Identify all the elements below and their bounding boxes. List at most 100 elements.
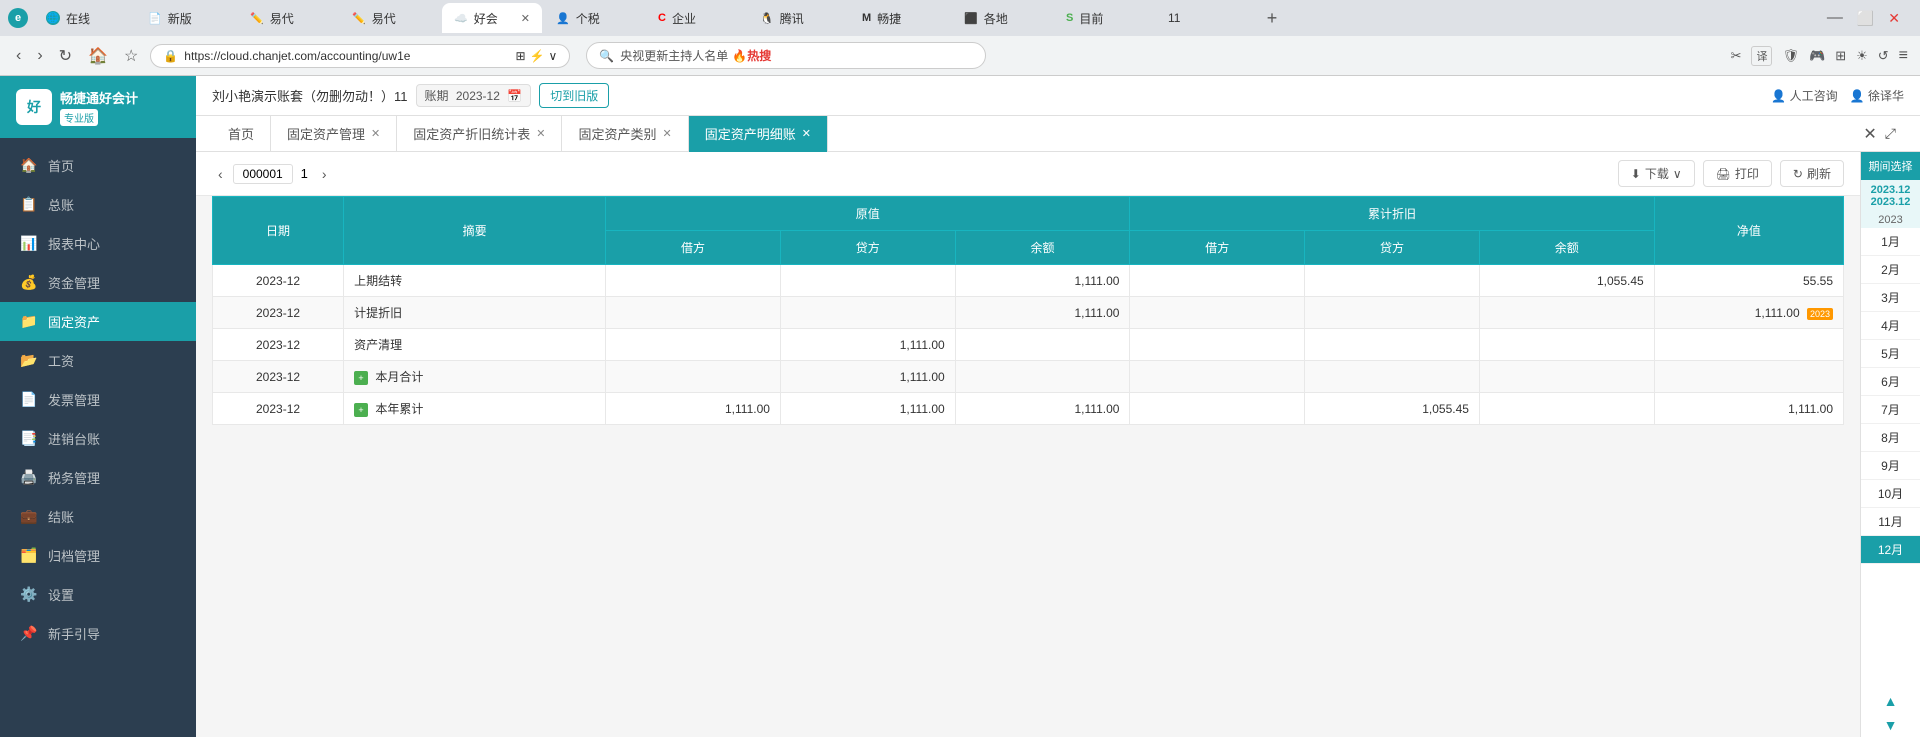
browser-tab-yidai2[interactable]: ✏️ 易代 [340,3,440,33]
browser-tab-tencent[interactable]: 🐧 腾讯 [748,3,848,33]
lightning-icon: ⚡ [530,49,545,63]
cell-accum-balance [1479,393,1654,425]
sidebar-item-closing[interactable]: 💼 结账 [0,497,196,536]
browser-logo: e [8,8,28,28]
browser-tab-online[interactable]: 🌐 在线 [34,3,134,33]
refresh-data-button[interactable]: ↻ 刷新 [1780,160,1844,187]
page-tab-depreciation-stats[interactable]: 固定资产折旧统计表 ✕ [397,116,562,152]
tab-close-icon[interactable]: ✕ [521,12,530,25]
logo-icon: 好 [16,89,52,125]
switch-to-old-button[interactable]: 切到旧版 [539,83,609,108]
browser-tab-geshui[interactable]: 👤 个税 [544,3,644,33]
settings-icon[interactable]: ≡ [1899,47,1908,65]
toolbar-actions: ⬇ 下载 ∨ 🖨 打印 ↻ 刷新 [1618,160,1844,187]
sidebar-item-tax[interactable]: 🖨️ 税务管理 [0,458,196,497]
window-close-button[interactable]: ✕ [1884,6,1904,31]
window-minimize-button[interactable]: — [1823,5,1847,31]
period-month-9[interactable]: 9月 [1861,452,1920,480]
history-icon[interactable]: ↺ [1878,48,1889,64]
sidebar-menu: 🏠 首页 📋 总账 📊 报表中心 💰 资金管理 📁 固定资产 📂 工资 [0,138,196,737]
browser-tab-qiye[interactable]: C 企业 [646,3,746,33]
sidebar-item-guide[interactable]: 📌 新手引导 [0,614,196,653]
dropdown-icon[interactable]: ∨ [549,49,558,63]
tab-close-icon[interactable]: ✕ [536,127,545,140]
browser-tab-gedi[interactable]: ⬛ 各地 [952,3,1052,33]
bookmark-button[interactable]: ☆ [120,42,142,70]
cut-icon[interactable]: ✂ [1731,48,1742,64]
page-tab-fixed-assets-mgmt[interactable]: 固定资产管理 ✕ [271,116,397,152]
sidebar-item-settings[interactable]: ⚙️ 设置 [0,575,196,614]
translate-icon[interactable]: 译 [1751,46,1772,66]
prev-page-button[interactable]: ‹ [212,164,229,184]
period-month-12[interactable]: 12月 [1861,536,1920,564]
page-code-input[interactable] [233,164,293,184]
browser-tab-muqian[interactable]: S 目前 [1054,3,1154,33]
cell-accum-balance [1479,297,1654,329]
browser-tab-11[interactable]: 11 [1156,3,1256,33]
page-tab-asset-ledger[interactable]: 固定资产明细账 ✕ [689,116,828,152]
cell-orig-credit [780,297,955,329]
period-month-4[interactable]: 4月 [1861,312,1920,340]
sidebar-item-reports[interactable]: 📊 报表中心 [0,224,196,263]
scroll-down-button[interactable]: ▼ [1861,713,1920,737]
download-button[interactable]: ⬇ 下载 ∨ [1618,160,1695,187]
company-info: 刘小艳演示账套（勿删勿动！）11 账期 2023-12 📅 切到旧版 [212,83,609,108]
sidebar-item-ledger[interactable]: 📋 总账 [0,185,196,224]
col-subheader-orig-debit: 借方 [606,231,781,265]
search-input[interactable]: 🔍 央视更新主持人名单 🔥热搜 [586,42,986,69]
sidebar-item-payroll[interactable]: 📂 工资 [0,341,196,380]
page-tab-asset-category[interactable]: 固定资产类别 ✕ [562,116,688,152]
window-maximize-button[interactable]: ⬜ [1853,6,1878,31]
search-icon: 🔍 [599,49,614,63]
panel-close-button[interactable]: ✕ [1863,124,1876,144]
forward-button[interactable]: › [33,43,46,69]
period-month-11[interactable]: 11月 [1861,508,1920,536]
cell-summary: 上期结转 [344,265,606,297]
game-icon[interactable]: 🎮 [1809,48,1825,64]
print-button[interactable]: 🖨 打印 [1703,160,1772,187]
theme-icon[interactable]: ☀ [1856,48,1868,64]
browser-tab-haohui[interactable]: ☁️ 好会 ✕ [442,3,542,33]
panel-expand-button[interactable]: ⤢ [1885,125,1896,142]
home-button[interactable]: 🏠 [84,42,112,70]
period-month-8[interactable]: 8月 [1861,424,1920,452]
url-input[interactable]: 🔒 https://cloud.chanjet.com/accounting/u… [150,44,570,68]
period-month-6[interactable]: 6月 [1861,368,1920,396]
period-selected-display: 2023.12 2023.12 [1861,180,1920,212]
period-month-1[interactable]: 1月 [1861,228,1920,256]
browser-tab-changjie[interactable]: M 畅捷 [850,3,950,33]
refresh-button[interactable]: ↻ [55,42,76,70]
grid-icon[interactable]: ⊞ [1835,48,1846,64]
back-button[interactable]: ‹ [12,43,25,69]
sidebar-item-purchases[interactable]: 📑 进销台账 [0,419,196,458]
period-month-3[interactable]: 3月 [1861,284,1920,312]
page-tab-home[interactable]: 首页 [212,116,271,152]
cell-orig-balance: 1,111.00 [955,393,1130,425]
user-info[interactable]: 👤 徐译华 [1850,87,1904,104]
scroll-up-button[interactable]: ▲ [1861,689,1920,713]
sidebar-item-archive[interactable]: 🗂️ 归档管理 [0,536,196,575]
period-month-7[interactable]: 7月 [1861,396,1920,424]
cell-accum-debit [1130,361,1305,393]
refresh-icon: ↻ [1793,167,1803,181]
sidebar-item-fixed-assets[interactable]: 📁 固定资产 [0,302,196,341]
sidebar-item-home[interactable]: 🏠 首页 [0,146,196,185]
browser-tab-new[interactable]: 📄 新版 [136,3,236,33]
tab-close-icon[interactable]: ✕ [802,127,811,140]
tab-close-icon[interactable]: ✕ [371,127,380,140]
period-month-10[interactable]: 10月 [1861,480,1920,508]
shield-icon[interactable]: 🛡 [1782,48,1799,64]
main-content: 刘小艳演示账套（勿删勿动！）11 账期 2023-12 📅 切到旧版 👤 人工咨… [196,76,1920,737]
period-month-2[interactable]: 2月 [1861,256,1920,284]
new-tab-button[interactable]: + [1258,4,1286,32]
period-month-5[interactable]: 5月 [1861,340,1920,368]
cell-orig-credit [780,265,955,297]
period-header: 期间选择 [1861,152,1920,180]
next-page-button[interactable]: › [316,164,333,184]
help-label[interactable]: 👤 人工咨询 [1771,87,1837,104]
sidebar-item-invoice[interactable]: 📄 发票管理 [0,380,196,419]
tab-favicon: ✏️ [352,12,366,25]
sidebar-item-funds[interactable]: 💰 资金管理 [0,263,196,302]
tab-close-icon[interactable]: ✕ [663,127,672,140]
browser-tab-yidai1[interactable]: ✏️ 易代 [238,3,338,33]
